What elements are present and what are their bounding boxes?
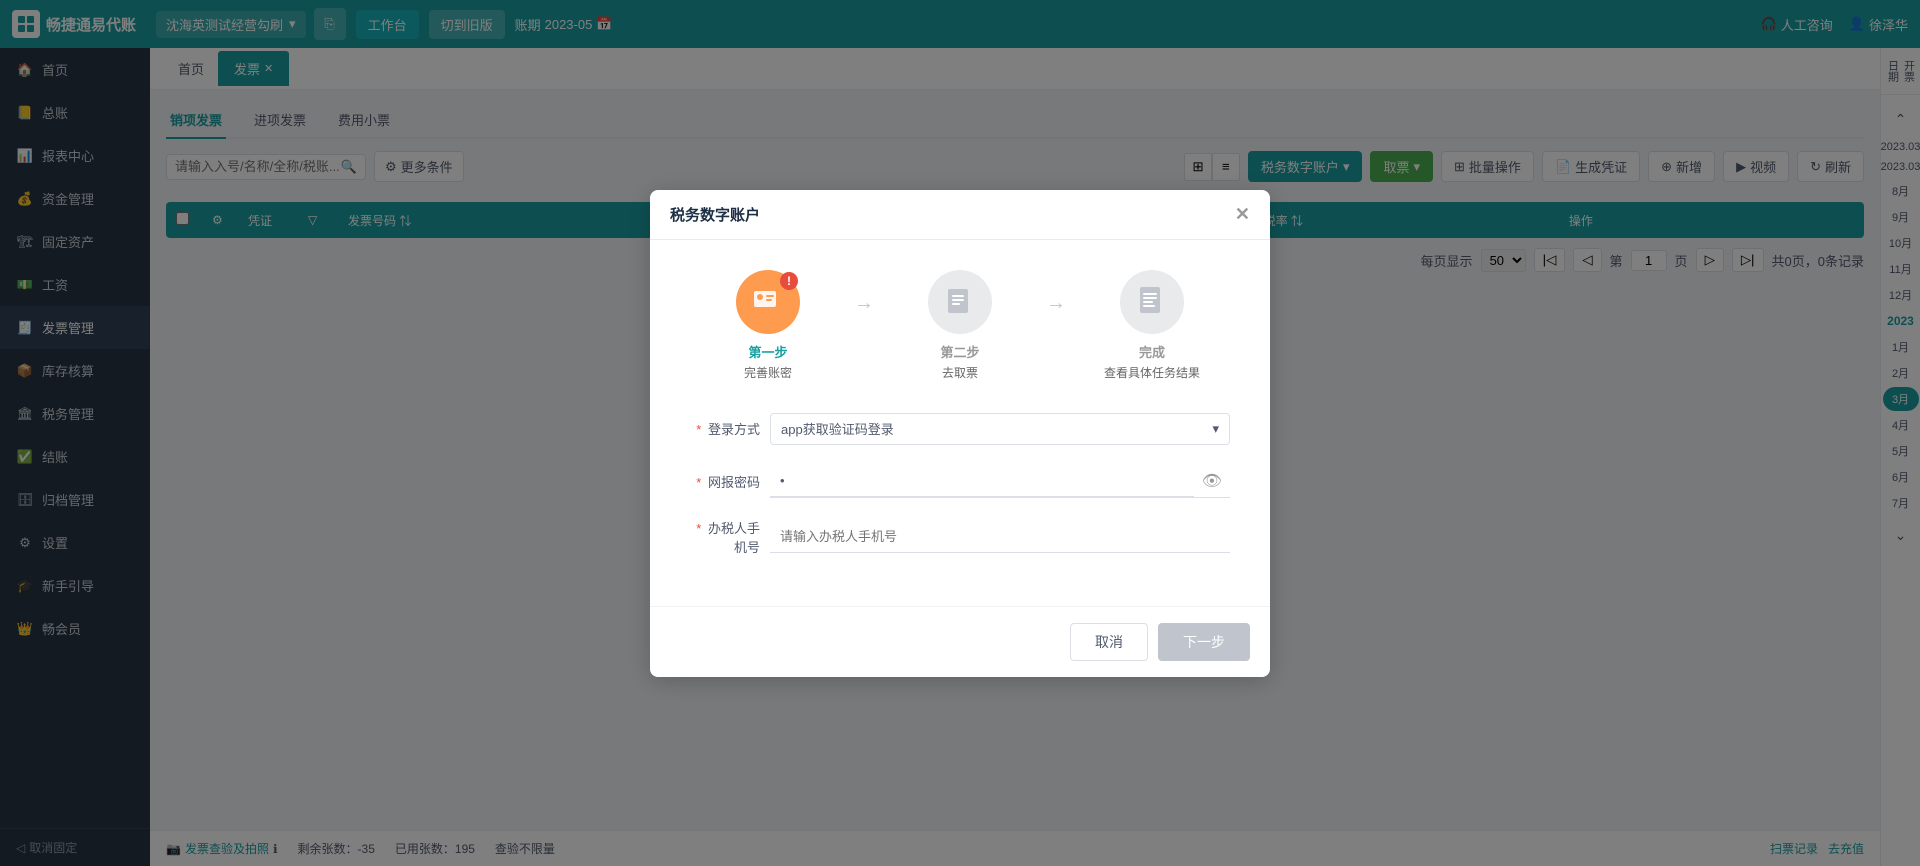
dialog-title: 税务数字账户 [670,204,760,225]
password-input[interactable] [770,465,1194,497]
phone-form-item: 办税人手机号 [690,518,1230,556]
step-2-icon-wrap [928,270,992,334]
step-1-icon-wrap: ! [736,270,800,334]
password-control: 👁 [770,465,1230,498]
phone-input[interactable] [770,521,1230,553]
step-2-icon [928,270,992,334]
phone-label: 办税人手机号 [690,518,770,556]
step-1-label: 第一步 [748,342,787,361]
next-button[interactable]: 下一步 [1158,623,1250,661]
step-1: ! 第一步 完善账密 [690,270,846,381]
chevron-down-icon: ▾ [1212,421,1219,437]
step-3-label: 完成 [1139,342,1165,361]
password-label: 网报密码 [690,472,770,491]
login-method-label: 登录方式 [690,419,770,438]
dialog-footer: 取消 下一步 [650,606,1270,677]
cancel-button[interactable]: 取消 [1070,623,1148,661]
step-arrow-1: → [846,292,882,315]
phone-control [770,521,1230,553]
dialog-body: ! 第一步 完善账密 → [650,240,1270,606]
password-form-item: 网报密码 👁 [690,465,1230,498]
login-method-form-item: 登录方式 app获取验证码登录 ▾ [690,413,1230,445]
step-3-icon-wrap [1120,270,1184,334]
step-2-desc: 去取票 [942,364,978,381]
eye-icon[interactable]: 👁 [1194,471,1230,491]
dialog-header: 税务数字账户 ✕ [650,190,1270,240]
tax-digital-dialog: 税务数字账户 ✕ [650,190,1270,677]
login-method-select[interactable]: app获取验证码登录 ▾ [770,413,1230,445]
step-2-label: 第二步 [940,342,979,361]
login-method-value: app获取验证码登录 [781,419,894,438]
login-method-control: app获取验证码登录 ▾ [770,413,1230,445]
step-3-desc: 查看具体任务结果 [1104,364,1200,381]
step-3: 完成 查看具体任务结果 [1074,270,1230,381]
steps-indicator: ! 第一步 完善账密 → [690,270,1230,381]
step-2: 第二步 去取票 [882,270,1038,381]
step-1-desc: 完善账密 [744,364,792,381]
step-3-icon [1120,270,1184,334]
password-input-wrap: 👁 [770,465,1230,498]
dialog-overlay: 税务数字账户 ✕ [0,0,1920,866]
dialog-close-button[interactable]: ✕ [1235,204,1250,225]
step-1-error-badge: ! [780,272,798,290]
step-arrow-2: → [1038,292,1074,315]
